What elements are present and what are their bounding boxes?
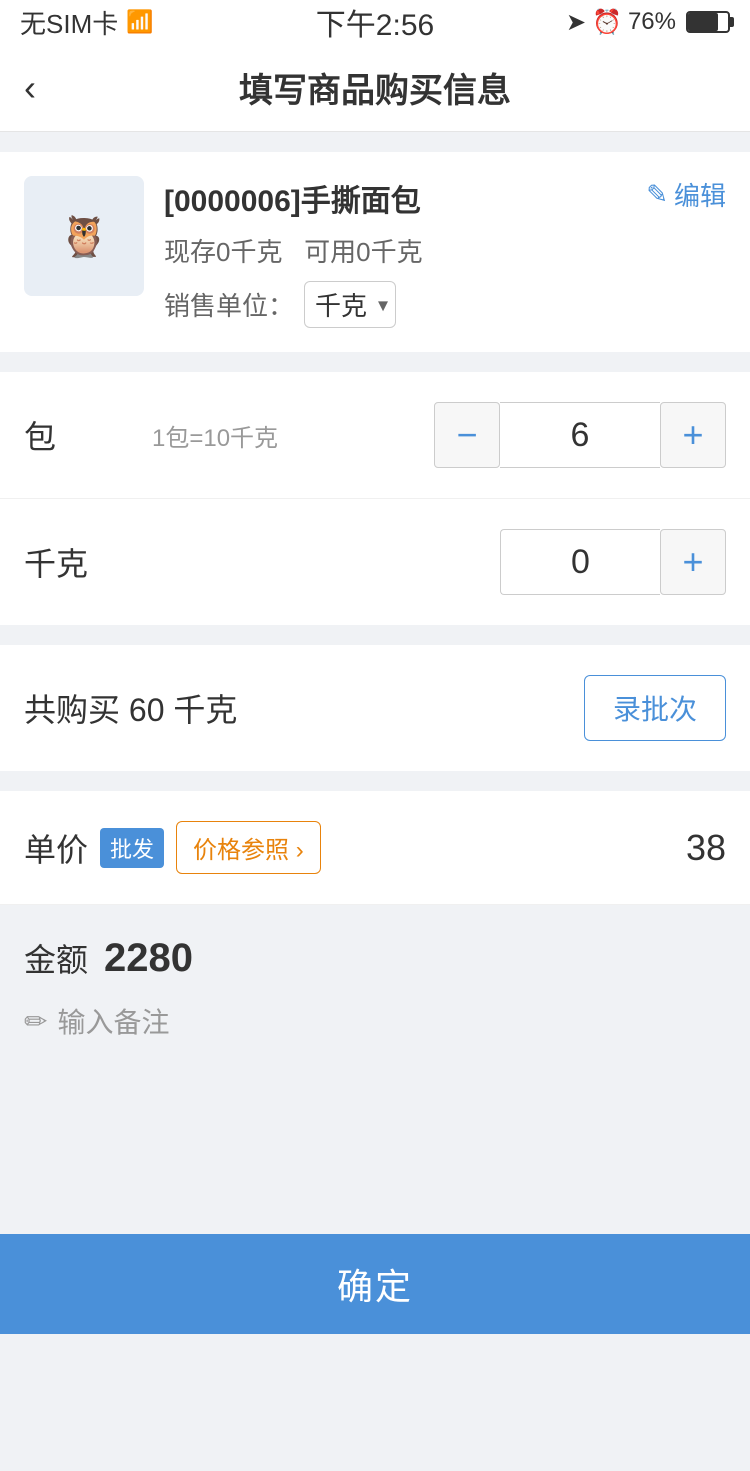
note-row[interactable]: ✏ 输入备注 bbox=[24, 1001, 726, 1071]
product-name: [0000006]手撕面包 bbox=[164, 176, 726, 220]
alarm-icon: ⏰ bbox=[592, 8, 622, 37]
confirm-button[interactable]: 确定 bbox=[0, 1234, 750, 1334]
wifi-icon: 📶 bbox=[126, 9, 153, 35]
stock-label: 现存0千克 bbox=[164, 237, 282, 267]
kg-label: 千克 bbox=[24, 539, 144, 585]
amount-row: 金额 2280 bbox=[24, 935, 726, 1001]
product-card: 🦉 [0000006]手撕面包 现存0千克 可用0千克 销售单位： 千克 ✎ 编… bbox=[0, 152, 750, 352]
summary-text: 共购买 60 千克 bbox=[24, 685, 237, 731]
kg-controls: + bbox=[500, 529, 726, 595]
unit-label: 销售单位： bbox=[164, 286, 294, 323]
battery-icon bbox=[686, 11, 730, 33]
unit-select[interactable]: 千克 bbox=[304, 281, 396, 328]
status-left: 无SIM卡 📶 bbox=[20, 4, 154, 41]
batch-tag: 批发 bbox=[100, 828, 164, 868]
product-thumbnail: 🦉 bbox=[24, 176, 144, 296]
page-title: 填写商品购买信息 bbox=[239, 63, 511, 112]
bao-sublabel: 1包=10千克 bbox=[152, 418, 278, 453]
price-section: 单价 批发 价格参照 › 38 bbox=[0, 791, 750, 905]
note-icon: ✏ bbox=[24, 1005, 47, 1038]
kg-input[interactable] bbox=[500, 529, 660, 595]
battery-label: 76% bbox=[628, 8, 676, 36]
product-stock: 现存0千克 可用0千克 bbox=[164, 232, 726, 269]
amount-section: 金额 2280 ✏ 输入备注 bbox=[0, 905, 750, 1071]
product-info: [0000006]手撕面包 现存0千克 可用0千克 销售单位： 千克 bbox=[164, 176, 726, 328]
kg-increment-button[interactable]: + bbox=[660, 529, 726, 595]
product-thumb-icon: 🦉 bbox=[59, 213, 109, 260]
carrier-label: 无SIM卡 bbox=[20, 4, 118, 41]
status-right: ➤ ⏰ 76% bbox=[566, 8, 730, 37]
status-time: 下午2:56 bbox=[316, 0, 434, 44]
nav-bar: ‹ 填写商品购买信息 bbox=[0, 44, 750, 132]
bao-label: 包 bbox=[24, 412, 144, 458]
available-label: 可用0千克 bbox=[304, 237, 422, 267]
amount-value: 2280 bbox=[104, 936, 193, 981]
unit-select-wrapper[interactable]: 千克 bbox=[304, 281, 396, 328]
price-value: 38 bbox=[686, 827, 726, 869]
input-section: 包 1包=10千克 − + 千克 + bbox=[0, 372, 750, 625]
product-unit-row: 销售单位： 千克 bbox=[164, 281, 726, 328]
edit-button[interactable]: ✎ 编辑 bbox=[646, 176, 726, 213]
bao-decrement-button[interactable]: − bbox=[434, 402, 500, 468]
note-placeholder: 输入备注 bbox=[57, 1001, 169, 1041]
edit-icon: ✎ bbox=[646, 179, 668, 210]
batch-button[interactable]: 录批次 bbox=[584, 675, 726, 741]
back-button[interactable]: ‹ bbox=[24, 67, 36, 109]
status-bar: 无SIM卡 📶 下午2:56 ➤ ⏰ 76% bbox=[0, 0, 750, 44]
price-left: 单价 批发 价格参照 › bbox=[24, 821, 321, 874]
kg-input-row: 千克 + bbox=[0, 499, 750, 625]
amount-label: 金额 bbox=[24, 935, 88, 981]
bao-input-row: 包 1包=10千克 − + bbox=[0, 372, 750, 499]
bao-input[interactable] bbox=[500, 402, 660, 468]
price-label: 单价 bbox=[24, 825, 88, 871]
bao-increment-button[interactable]: + bbox=[660, 402, 726, 468]
bao-controls: − + bbox=[434, 402, 726, 468]
summary-row: 共购买 60 千克 录批次 bbox=[0, 645, 750, 771]
edit-label: 编辑 bbox=[674, 176, 726, 213]
price-ref-button[interactable]: 价格参照 › bbox=[176, 821, 321, 874]
location-icon: ➤ bbox=[566, 8, 586, 37]
